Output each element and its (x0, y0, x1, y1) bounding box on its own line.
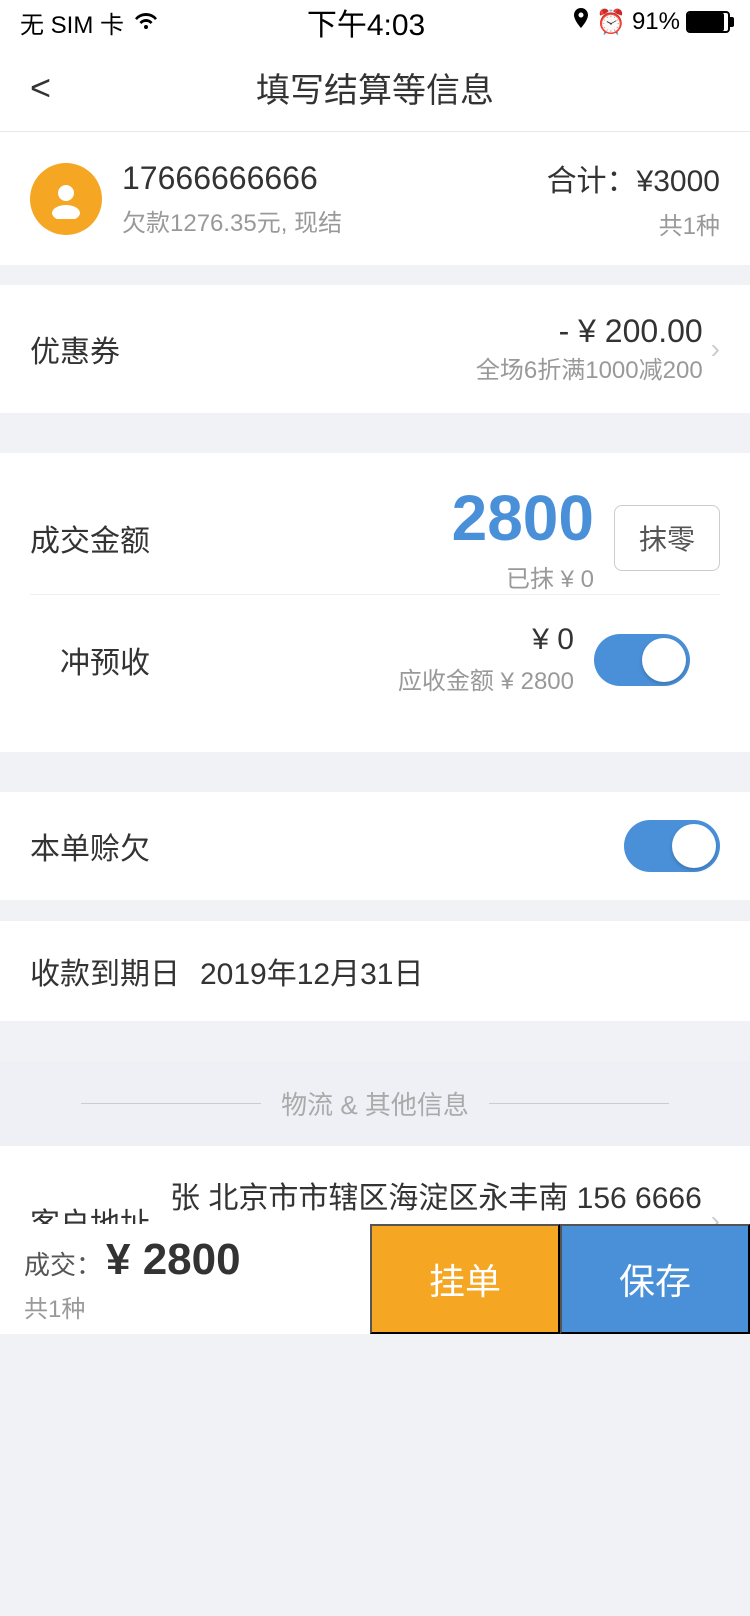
due-date-section: 收款到期日 2019年12月31日 (0, 920, 750, 1021)
gray-divider-1 (0, 433, 750, 453)
alarm-icon: ⏰ (596, 8, 626, 37)
coupon-right: - ¥ 200.00 全场6折满1000减200 › (476, 313, 720, 385)
back-button[interactable]: < (30, 67, 90, 109)
battery-icon (686, 11, 730, 33)
status-bar: 无 SIM 卡 下午4:03 ⏰ 91% (0, 0, 750, 44)
debt-toggle-knob (672, 824, 716, 868)
coupon-section: 优惠券 - ¥ 200.00 全场6折满1000减200 › (0, 285, 750, 413)
prepay-amount-wrap: ¥ 0 应收金额 ¥ 2800 (398, 623, 574, 696)
coupon-detail: 全场6折满1000减200 (476, 350, 703, 385)
customer-debt: 欠款1276.35元, 现结 (122, 203, 342, 238)
bottom-amount: ¥ 2800 (106, 1235, 241, 1285)
round-button[interactable]: 抹零 (614, 505, 720, 571)
customer-total: 合计：¥3000 (547, 156, 720, 200)
status-right: ⏰ 91% (572, 8, 730, 37)
page-title: 填写结算等信息 (256, 63, 494, 112)
bottom-summary-label: 成交： (24, 1245, 102, 1282)
prepay-amount: ¥ 0 (398, 623, 574, 657)
prepay-sub: 应收金额 ¥ 2800 (398, 661, 574, 696)
battery-label: 91% (632, 8, 680, 36)
debt-label: 本单赊欠 (30, 824, 150, 868)
hold-button[interactable]: 挂单 (370, 1224, 560, 1334)
customer-right: 合计：¥3000 共1种 (547, 156, 720, 241)
location-icon (572, 8, 590, 37)
amount-sub: 已抹 ¥ 0 (452, 559, 594, 594)
amount-row: 成交金额 2800 已抹 ¥ 0 抹零 (30, 481, 720, 594)
avatar (30, 163, 102, 235)
gray-divider-3 (0, 1041, 750, 1061)
amount-label: 成交金额 (30, 516, 150, 560)
amount-section: 成交金额 2800 已抹 ¥ 0 抹零 冲预收 ¥ 0 应收金额 ¥ 2800 (0, 453, 750, 752)
customer-card: 17666666666 欠款1276.35元, 现结 合计：¥3000 共1种 (0, 132, 750, 265)
save-button[interactable]: 保存 (560, 1224, 750, 1334)
coupon-label: 优惠券 (30, 327, 120, 371)
customer-info: 17666666666 欠款1276.35元, 现结 (122, 160, 342, 238)
prepay-toggle[interactable] (594, 634, 690, 686)
bottom-bar: 成交： ¥ 2800 共1种 挂单 保存 (0, 1224, 750, 1334)
due-date-value: 2019年12月31日 (200, 949, 423, 993)
logistics-section-label: 物流 & 其他信息 (0, 1061, 750, 1146)
prepay-label: 冲预收 (60, 638, 150, 682)
status-left: 无 SIM 卡 (20, 5, 160, 40)
debt-toggle[interactable] (624, 820, 720, 872)
logistics-label-text: 物流 & 其他信息 (281, 1085, 469, 1122)
coupon-amount: - ¥ 200.00 (476, 313, 703, 350)
amount-value-wrap: 2800 已抹 ¥ 0 (452, 481, 594, 594)
carrier-label: 无 SIM 卡 (20, 5, 124, 40)
gray-divider-2 (0, 772, 750, 792)
amount-right: 2800 已抹 ¥ 0 抹零 (452, 481, 720, 594)
customer-phone: 17666666666 (122, 160, 342, 197)
bottom-summary: 成交： ¥ 2800 共1种 (0, 1235, 370, 1324)
prepay-right: ¥ 0 应收金额 ¥ 2800 (398, 623, 690, 696)
prepay-row: 冲预收 ¥ 0 应收金额 ¥ 2800 (30, 594, 720, 724)
time-label: 下午4:03 (307, 0, 425, 44)
coupon-chevron-icon: › (711, 333, 720, 365)
nav-bar: < 填写结算等信息 (0, 44, 750, 132)
wifi-icon (132, 8, 160, 36)
debt-section: 本单赊欠 (0, 792, 750, 900)
bottom-count: 共1种 (24, 1289, 346, 1324)
customer-left: 17666666666 欠款1276.35元, 现结 (30, 160, 342, 238)
customer-count: 共1种 (547, 206, 720, 241)
toggle-knob (642, 638, 686, 682)
due-date-label: 收款到期日 (30, 949, 180, 993)
amount-value: 2800 (452, 481, 594, 555)
coupon-row[interactable]: 优惠券 - ¥ 200.00 全场6折满1000减200 › (0, 285, 750, 413)
content: 17666666666 欠款1276.35元, 现结 合计：¥3000 共1种 … (0, 132, 750, 1616)
